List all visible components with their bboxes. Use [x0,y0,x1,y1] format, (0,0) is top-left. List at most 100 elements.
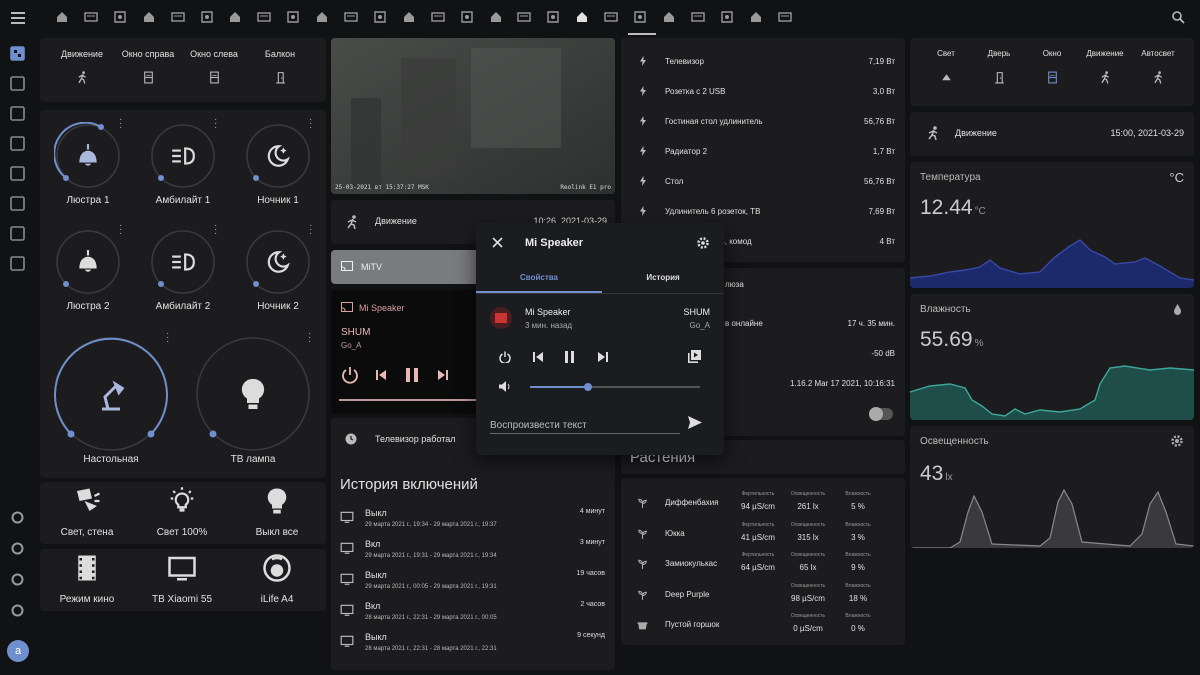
tab-keyboard-icon[interactable] [84,10,98,24]
send-icon[interactable] [688,416,702,429]
light-dial[interactable] [244,122,312,190]
sidebar-calendar-icon[interactable] [10,196,25,211]
power-row[interactable]: Стол 56,76 Вт [621,175,905,191]
more-icon[interactable]: · · · [166,329,169,347]
tab-person-icon[interactable] [604,10,618,24]
big-light-dial[interactable] [53,336,169,452]
power-row[interactable]: Радиатор 2 1,7 Вт [621,145,905,161]
plant-header: Освещенность [790,582,826,589]
tab-chart-icon[interactable] [344,10,358,24]
tv-icon [168,556,196,581]
settings-icon[interactable] [696,236,710,250]
sidebar-cloud-icon[interactable] [10,226,25,241]
scene-button[interactable]: Свет 100% [137,486,227,542]
previous-icon[interactable] [375,369,387,381]
next-icon[interactable] [437,369,449,381]
power-row[interactable]: Удлинитель 6 розеток, ТВ 7,69 Вт [621,205,905,221]
light-dial[interactable] [54,228,122,296]
light-dial[interactable] [149,228,217,296]
tab-person2-icon[interactable] [633,10,647,24]
tab-phone-icon[interactable] [460,10,474,24]
sidebar-hammer-icon[interactable] [10,510,25,525]
power-row[interactable]: Розетка с 2 USB 3,0 Вт [621,85,905,101]
tab-properties[interactable]: Свойства [476,273,602,282]
tab-house-icon[interactable] [142,10,156,24]
power-row[interactable]: Телевизор 7,19 Вт [621,55,905,71]
light-dial[interactable] [149,122,217,190]
search-icon[interactable] [1171,10,1185,24]
tab-map-icon[interactable] [113,10,127,24]
tab-house3-icon[interactable] [662,10,676,24]
more-icon[interactable]: · · · [214,115,217,133]
sidebar-bell-icon[interactable] [10,603,25,618]
more-icon[interactable]: · · · [119,115,122,133]
history-state: Выкл [365,508,387,518]
more-icon[interactable]: · · · [119,221,122,239]
right-sensor-label: Свет [937,49,955,58]
tab-tv-icon[interactable] [257,10,271,24]
tab-picture-icon[interactable] [749,10,763,24]
previous-icon[interactable] [533,352,543,362]
sidebar-gear-icon[interactable] [10,572,25,587]
history-range: 28 марта 2021 г., 22:31 - 29 марта 2021 … [365,615,497,621]
pause-icon[interactable] [405,367,419,383]
tab-exit-icon[interactable] [373,10,387,24]
sidebar-account-icon[interactable] [10,76,25,91]
tab-people-icon[interactable] [575,10,589,24]
tv-icon [340,604,354,616]
more-icon[interactable]: · · · [308,329,311,347]
power-row[interactable]: Гостиная стол удлинитель 56,76 Вт [621,115,905,131]
more-icon[interactable]: · · · [214,221,217,239]
media-browse-icon[interactable] [688,350,701,363]
tab-toilet-icon[interactable] [430,10,445,24]
sidebar-list-icon[interactable] [10,106,25,121]
sidebar-dashboard-icon[interactable] [10,46,25,61]
device-toggle[interactable] [869,407,893,421]
light-dial[interactable] [54,122,122,190]
temperature-card[interactable]: Температура °C 12.44 °C [910,162,1194,288]
scene-button[interactable]: iLife A4 [232,553,322,609]
tab-garland-icon[interactable] [200,10,214,24]
tab-docs-icon[interactable] [720,10,734,24]
tab-wardrobe-icon[interactable] [777,10,792,24]
tab-bath-icon[interactable] [489,10,503,24]
close-icon[interactable] [492,237,503,248]
tab-move-icon[interactable] [402,10,416,24]
tab-fire-icon[interactable] [170,10,185,24]
humidity-card[interactable]: Влажность 55.69% [910,294,1194,420]
more-icon[interactable]: · · · [309,115,312,133]
volume-icon[interactable] [499,381,511,392]
tab-history[interactable]: История [602,273,724,282]
tts-input[interactable]: Воспроизвести текст [490,420,680,434]
sidebar-house-settings-icon[interactable] [10,541,25,556]
tab-house2-icon[interactable] [546,10,560,24]
power-icon[interactable] [341,366,359,384]
camera-feed[interactable]: 25-03-2021 вт 15:37:27 MSK Reolink E1 pr… [331,38,615,194]
lux-card[interactable]: Освещенность 43 lx [910,426,1194,548]
power-icon[interactable] [499,351,511,363]
scene-button[interactable]: Режим кино [42,553,132,609]
tab-kitchen-icon[interactable] [517,10,532,24]
sidebar-wrench-icon[interactable] [10,166,25,181]
avatar[interactable]: a [7,640,29,662]
scene-button[interactable]: Выкл все [232,486,322,542]
next-icon[interactable] [598,352,608,362]
menu-icon[interactable] [11,12,25,24]
scene-label: Выкл все [255,527,299,538]
tab-network-icon[interactable] [228,10,242,24]
tab-window-icon[interactable] [691,10,705,24]
pause-icon[interactable] [565,351,575,363]
scene-button[interactable]: Свет, стена [42,486,132,542]
sidebar-media-icon[interactable] [10,256,25,271]
tab-plane-icon[interactable] [286,10,300,24]
right-motion-row[interactable]: Движение 15:00, 2021-03-29 [910,112,1194,156]
light-dial[interactable] [244,228,312,296]
scene-button[interactable]: ТВ Xiaomi 55 [137,553,227,609]
tab-camera-icon[interactable] [315,10,329,24]
history-duration: 19 часов [576,570,605,577]
more-icon[interactable]: · · · [309,221,312,239]
sidebar-chart-icon[interactable] [10,136,25,151]
tab-home-icon[interactable] [55,10,69,24]
volume-slider-knob[interactable] [583,383,592,391]
big-light-dial[interactable] [195,336,311,452]
